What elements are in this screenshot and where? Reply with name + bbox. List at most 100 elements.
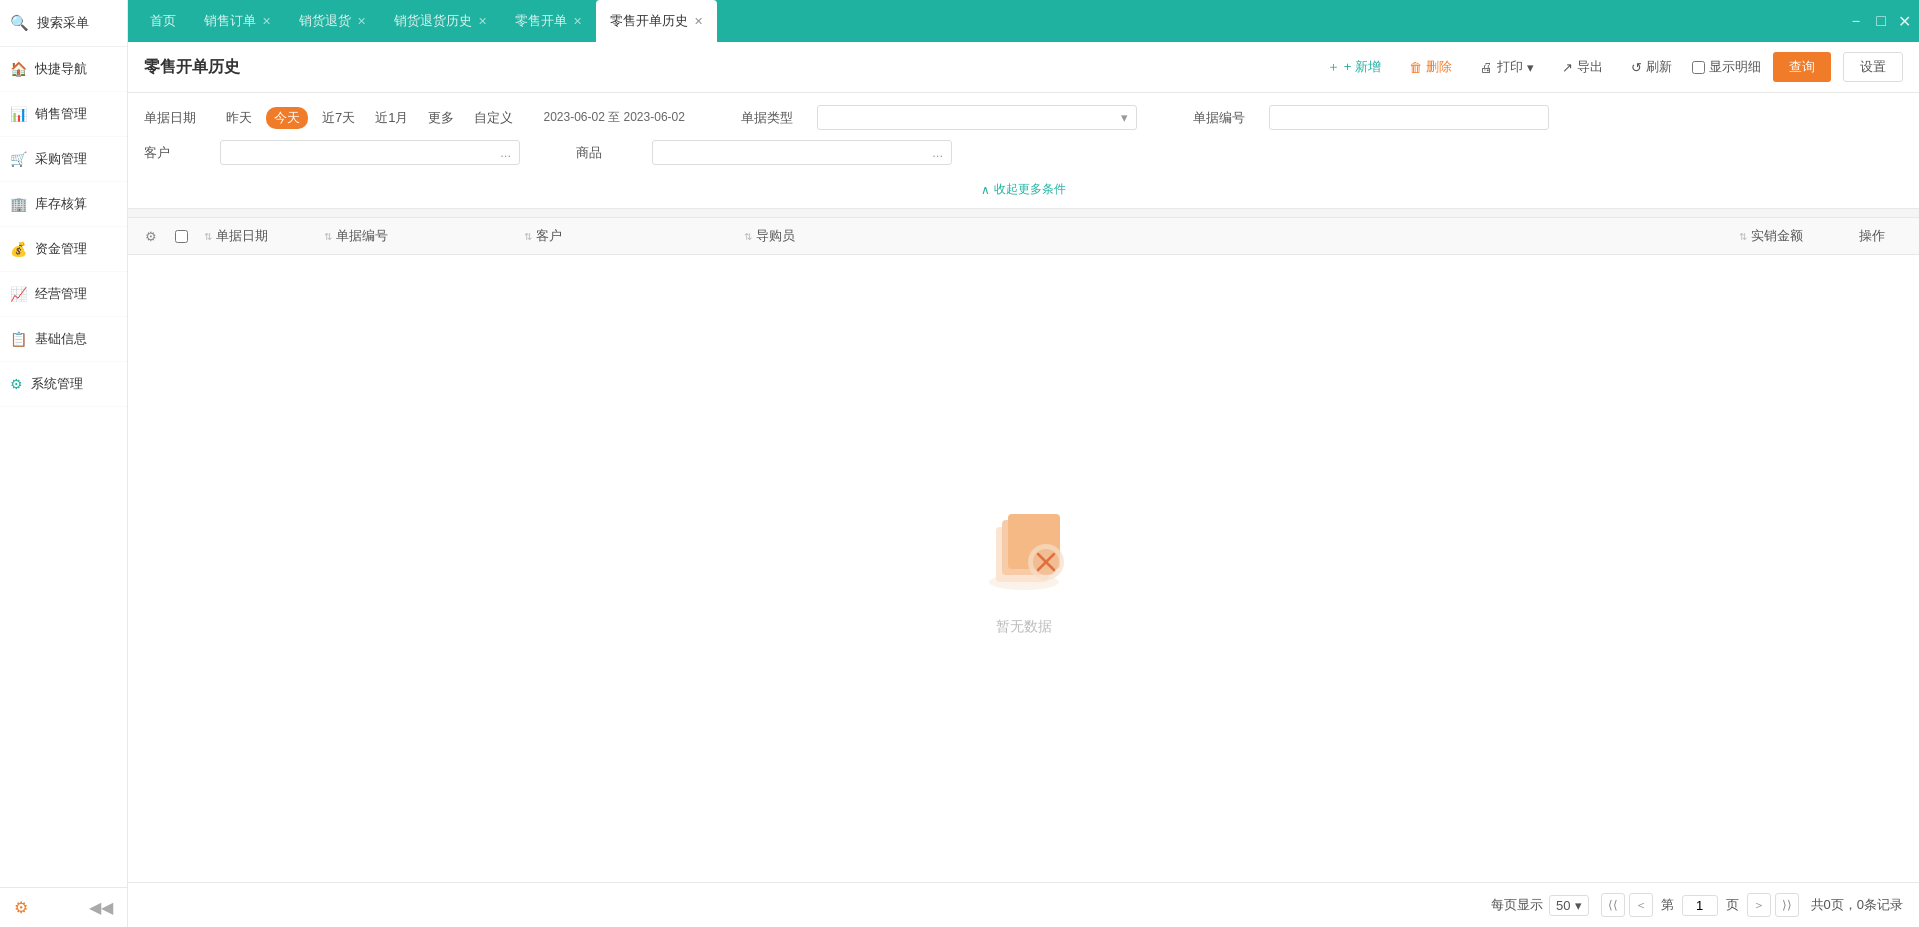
query-button[interactable]: 查询 (1773, 52, 1831, 82)
new-icon: ＋ (1327, 58, 1340, 76)
last-page-button[interactable]: ⟩⟩ (1775, 893, 1799, 917)
tab-close-sales-return-history[interactable]: ✕ (478, 15, 487, 28)
next-page-button[interactable]: ＞ (1747, 893, 1771, 917)
collapse-bar[interactable]: ∧ 收起更多条件 (144, 175, 1903, 200)
refresh-icon: ↺ (1631, 60, 1642, 75)
sidebar-icon-system-mgmt: ⚙ (10, 376, 23, 392)
select-all-checkbox[interactable] (166, 230, 196, 243)
customer-filter-select[interactable]: ... (220, 140, 520, 165)
page-suffix: 页 (1726, 896, 1739, 914)
prev-page-button[interactable]: ＜ (1629, 893, 1653, 917)
tab-close-retail-history[interactable]: ✕ (694, 15, 703, 28)
sidebar-footer: ⚙ ◀◀ (0, 887, 127, 927)
empty-icon (974, 502, 1074, 602)
close-window-icon[interactable]: ✕ (1898, 12, 1911, 31)
sort-icon-amount: ⇅ (1739, 231, 1747, 242)
select-all-input[interactable] (175, 230, 188, 243)
date-option-自定义[interactable]: 自定义 (468, 107, 519, 129)
first-page-button[interactable]: ⟨⟨ (1601, 893, 1625, 917)
type-filter-select[interactable]: ▾ (817, 105, 1137, 130)
th-customer-label: 客户 (536, 227, 562, 245)
date-option-近7天[interactable]: 近7天 (316, 107, 361, 129)
refresh-button[interactable]: ↺ 刷新 (1623, 54, 1680, 80)
page-input[interactable] (1682, 895, 1718, 916)
th-amount[interactable]: ⇅ 实销金额 (1731, 227, 1851, 245)
delete-label: 删除 (1426, 58, 1452, 76)
date-range-value: 2023-06-02 至 2023-06-02 (543, 109, 684, 126)
sidebar-search[interactable]: 🔍 搜索采单 (0, 0, 127, 47)
sidebar: 🔍 搜索采单 🏠快捷导航📊销售管理🛒采购管理🏢库存核算 💰 资金管理 📈经营管理📋基础… (0, 0, 128, 927)
goods-filter-select[interactable]: ... (652, 140, 952, 165)
tab-bar: 首页销售订单✕销货退货✕销货退货历史✕零售开单✕零售开单历史✕ － □ ✕ (128, 0, 1919, 42)
sidebar-label-inventory: 库存核算 (35, 195, 87, 213)
sidebar-nav: 🏠快捷导航📊销售管理🛒采购管理🏢库存核算 💰 资金管理 📈经营管理📋基础信息 ⚙ 系统管理 (0, 47, 127, 887)
date-filter-label: 单据日期 (144, 109, 204, 127)
th-action: 操作 (1851, 227, 1911, 245)
column-settings-icon[interactable]: ⚙ (136, 229, 166, 244)
export-button[interactable]: ↗ 导出 (1554, 54, 1611, 80)
tab-close-sales-return[interactable]: ✕ (357, 15, 366, 28)
date-option-今天[interactable]: 今天 (266, 107, 308, 129)
th-num-label: 单据编号 (336, 227, 388, 245)
minimize-icon[interactable]: － (1848, 11, 1864, 32)
th-customer[interactable]: ⇅ 客户 (516, 227, 736, 245)
page-label: 第 (1661, 896, 1674, 914)
tab-label-home: 首页 (150, 12, 176, 30)
th-guide-label: 导购员 (756, 227, 795, 245)
sidebar-item-basic-info[interactable]: 📋基础信息 (0, 317, 127, 362)
sidebar-icon-finance: 💰 (10, 241, 27, 257)
collapse-sidebar-icon[interactable]: ◀◀ (89, 898, 113, 917)
th-guide[interactable]: ⇅ 导购员 (736, 227, 856, 245)
date-options: 昨天今天近7天近1月更多自定义 (220, 107, 519, 129)
th-date[interactable]: ⇅ 单据日期 (196, 227, 316, 245)
sidebar-label-purchase-mgmt: 采购管理 (35, 150, 87, 168)
date-option-昨天[interactable]: 昨天 (220, 107, 258, 129)
sort-icon-num: ⇅ (324, 231, 332, 242)
page-title: 零售开单历史 (144, 57, 240, 78)
tab-retail-open[interactable]: 零售开单✕ (501, 0, 596, 42)
tab-sales-return-history[interactable]: 销货退货历史 ✕ (380, 0, 501, 42)
table-area: ⚙ ⇅ 单据日期 ⇅ 单据编号 ⇅ 客户 ⇅ 导购员 ⇅ 实销金额 (128, 217, 1919, 927)
sort-icon-guide: ⇅ (744, 231, 752, 242)
tab-close-retail-open[interactable]: ✕ (573, 15, 582, 28)
tab-label-sales-return-history: 销货退货历史 (394, 12, 472, 30)
sidebar-label-sales-mgmt: 销售管理 (35, 105, 87, 123)
sidebar-item-quick-nav[interactable]: 🏠快捷导航 (0, 47, 127, 92)
new-label: + 新增 (1344, 58, 1381, 76)
page-size-box[interactable]: 50 ▾ (1549, 895, 1588, 916)
display-detail-input[interactable] (1692, 61, 1705, 74)
date-option-近1月[interactable]: 近1月 (369, 107, 414, 129)
tab-close-sales-order[interactable]: ✕ (262, 15, 271, 28)
display-detail-checkbox[interactable]: 显示明细 (1692, 58, 1761, 76)
date-option-更多[interactable]: 更多 (422, 107, 460, 129)
filter-row-date: 单据日期 昨天今天近7天近1月更多自定义 2023-06-02 至 2023-0… (144, 105, 1903, 130)
th-num[interactable]: ⇅ 单据编号 (316, 227, 516, 245)
settings-icon[interactable]: ⚙ (14, 898, 28, 917)
empty-state: 暂无数据 (128, 255, 1919, 882)
tab-sales-order[interactable]: 销售订单✕ (190, 0, 285, 42)
per-page-value: 50 (1556, 898, 1570, 913)
display-detail-label: 显示明细 (1709, 58, 1761, 76)
tab-sales-return[interactable]: 销货退货✕ (285, 0, 380, 42)
sidebar-item-inventory[interactable]: 🏢库存核算 (0, 182, 127, 227)
print-dropdown-icon: ▾ (1527, 60, 1534, 75)
new-button[interactable]: ＋ + 新增 (1319, 54, 1389, 80)
per-page-label: 每页显示 (1491, 896, 1543, 914)
sidebar-label-system-mgmt: 系统管理 (31, 375, 83, 393)
sidebar-item-operations[interactable]: 📈经营管理 (0, 272, 127, 317)
num-filter-input[interactable] (1269, 105, 1549, 130)
sidebar-item-system-mgmt[interactable]: ⚙ 系统管理 (0, 362, 127, 407)
tab-retail-history[interactable]: 零售开单历史✕ (596, 0, 717, 42)
sidebar-label-finance: 资金管理 (35, 240, 87, 258)
delete-button[interactable]: 🗑 删除 (1401, 54, 1460, 80)
th-amount-label: 实销金额 (1751, 227, 1803, 245)
tab-home[interactable]: 首页 (136, 0, 190, 42)
sidebar-item-finance[interactable]: 💰 资金管理 (0, 227, 127, 272)
type-select-arrow: ▾ (1121, 110, 1128, 125)
set-button[interactable]: 设置 (1843, 52, 1903, 82)
sidebar-item-sales-mgmt[interactable]: 📊销售管理 (0, 92, 127, 137)
maximize-icon[interactable]: □ (1876, 12, 1886, 30)
print-button[interactable]: 🖨 打印 ▾ (1472, 54, 1542, 80)
sidebar-item-purchase-mgmt[interactable]: 🛒采购管理 (0, 137, 127, 182)
export-label: 导出 (1577, 58, 1603, 76)
